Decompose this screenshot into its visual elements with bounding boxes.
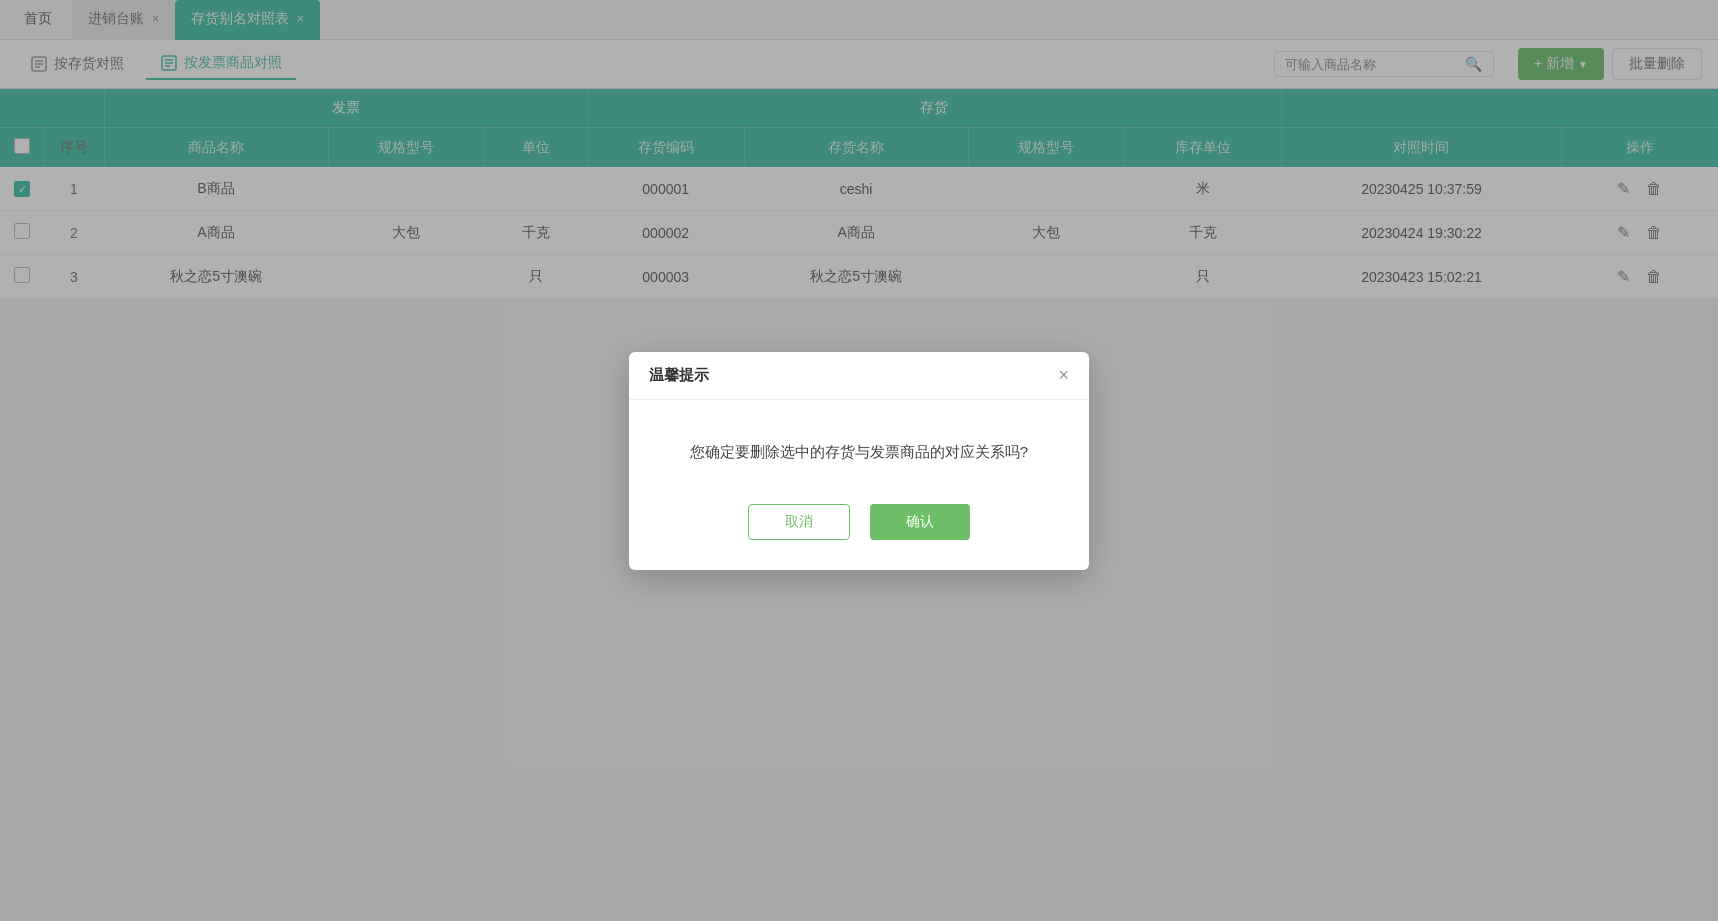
btn-confirm[interactable]: 确认 (870, 504, 970, 540)
dialog-message: 您确定要删除选中的存货与发票商品的对应关系吗? (690, 443, 1028, 460)
dialog-body: 您确定要删除选中的存货与发票商品的对应关系吗? (629, 400, 1089, 494)
overlay: 温馨提示 × 您确定要删除选中的存货与发票商品的对应关系吗? 取消 确认 (0, 0, 1718, 921)
dialog-close-btn[interactable]: × (1058, 366, 1069, 384)
dialog-title: 温馨提示 (649, 366, 709, 385)
dialog-header: 温馨提示 × (629, 352, 1089, 400)
dialog: 温馨提示 × 您确定要删除选中的存货与发票商品的对应关系吗? 取消 确认 (629, 352, 1089, 570)
btn-confirm-label: 确认 (906, 513, 934, 529)
btn-cancel[interactable]: 取消 (748, 504, 850, 540)
dialog-footer: 取消 确认 (629, 494, 1089, 570)
btn-cancel-label: 取消 (785, 513, 813, 529)
